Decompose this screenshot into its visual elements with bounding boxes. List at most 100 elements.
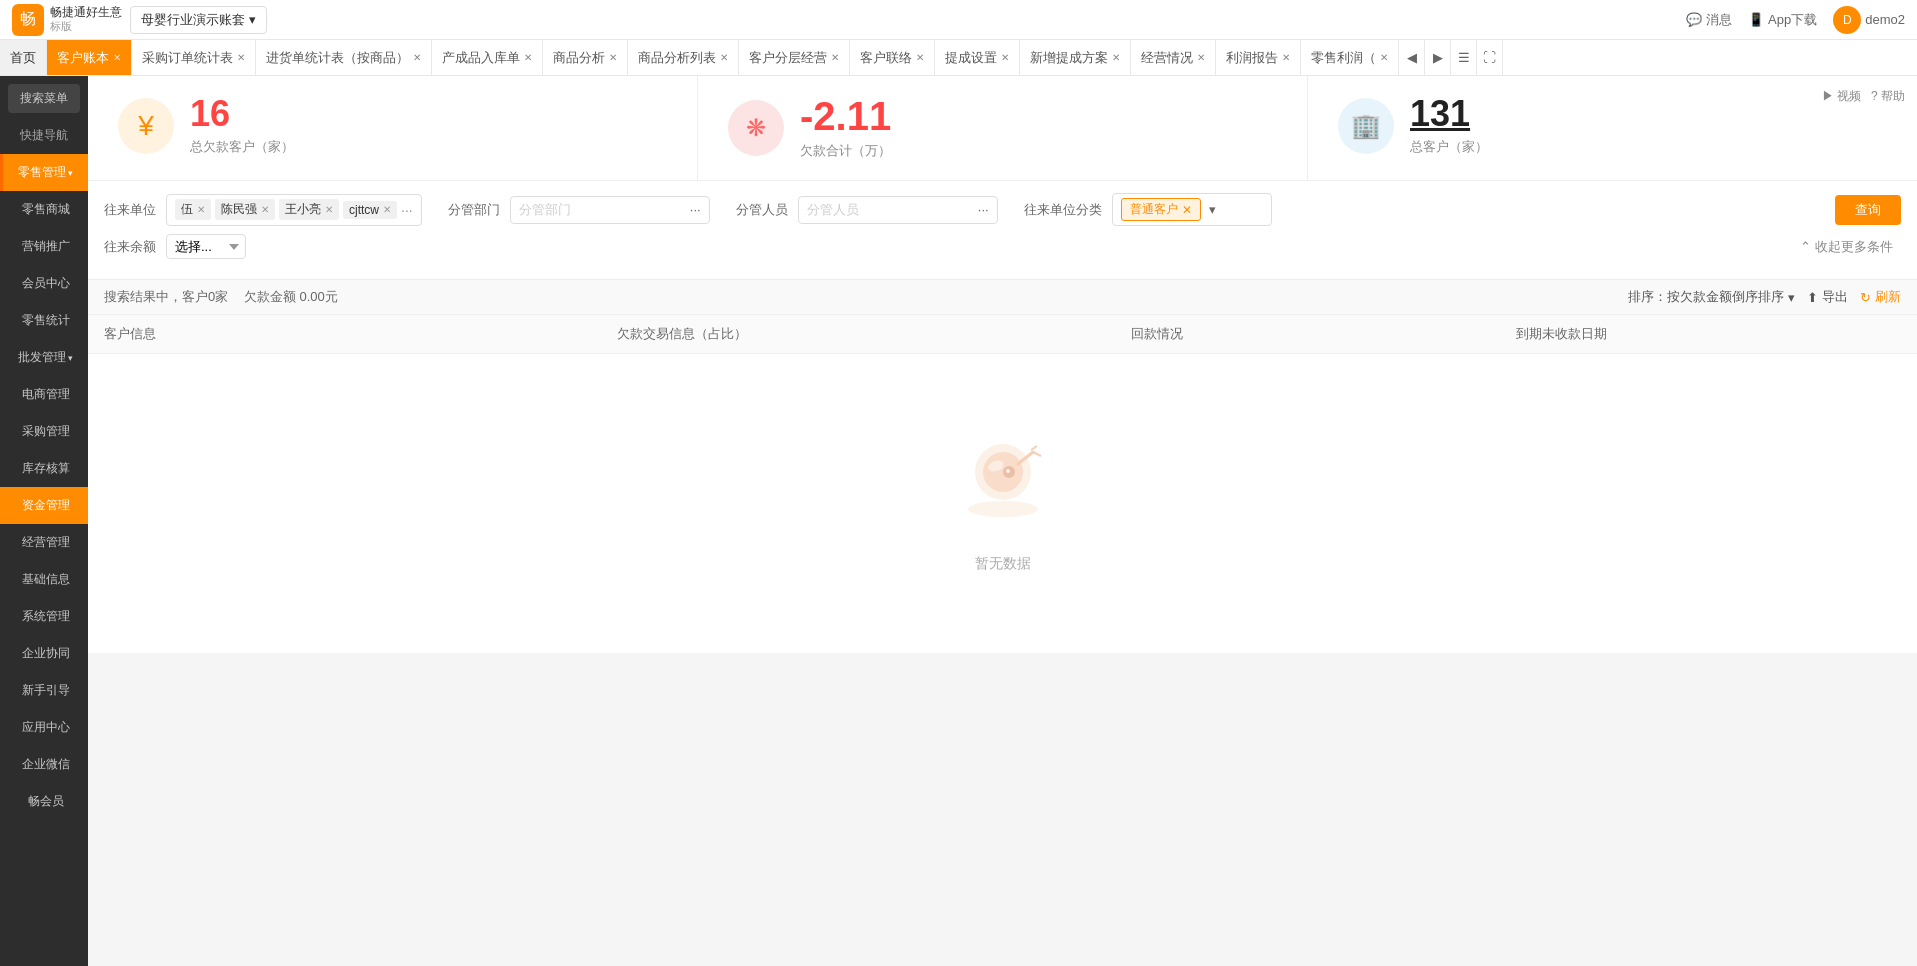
sidebar-item-finance[interactable]: 资金管理 — [0, 487, 88, 524]
tab-profit-report[interactable]: 利润报告 ✕ — [1216, 40, 1301, 76]
tag-wu-close[interactable]: ✕ — [197, 204, 205, 215]
tab-customer-segment-close[interactable]: ✕ — [831, 52, 839, 63]
sidebar-item-system[interactable]: 系统管理 — [0, 598, 88, 635]
tab-customer-book[interactable]: 客户账本 ✕ — [47, 40, 132, 76]
sidebar-item-vip-member[interactable]: 畅会员 — [0, 783, 88, 820]
tab-scroll-left[interactable]: ◀ — [1399, 40, 1425, 76]
tag-chen: 陈民强 ✕ — [215, 199, 275, 220]
table-header: 客户信息 欠款交易信息（占比） 回款情况 到期未收款日期 — [88, 315, 1917, 354]
tab-produce-in[interactable]: 产成品入库单 ✕ — [432, 40, 543, 76]
sidebar-item-retail-mall-label: 零售商城 — [22, 202, 70, 216]
tab-new-promotion-label: 新增提成方案 — [1030, 49, 1108, 67]
logo-icon: 畅 — [12, 4, 44, 36]
dept-filter-select[interactable]: 分管部门 ··· — [510, 196, 710, 224]
tab-operation-status[interactable]: 经营情况 ✕ — [1131, 40, 1216, 76]
sort-select[interactable]: 排序：按欠款金额倒序排序 ▾ — [1628, 288, 1795, 306]
tab-goods-analysis-label: 商品分析 — [553, 49, 605, 67]
tab-stock-in-stats[interactable]: 进货单统计表（按商品） ✕ — [256, 40, 432, 76]
message-btn[interactable]: 💬 消息 — [1686, 11, 1732, 29]
stat-clients-value: 131 — [1410, 96, 1488, 132]
sidebar-item-retail-label: 零售管理 — [18, 164, 66, 181]
tab-profit-report-label: 利润报告 — [1226, 49, 1278, 67]
tab-produce-in-close[interactable]: ✕ — [524, 52, 532, 63]
stats-row: ¥ 16 总欠款客户（家） ❋ -2.11 欠款合计（万） — [88, 76, 1917, 181]
video-link[interactable]: ▶ 视频 — [1822, 88, 1861, 105]
sidebar-search-btn[interactable]: 搜索菜单 — [8, 84, 80, 113]
unit-type-dropdown-icon: ▾ — [1209, 202, 1216, 217]
result-actions: 排序：按欠款金额倒序排序 ▾ ⬆ 导出 ↻ 刷新 — [1628, 288, 1901, 306]
debt-amount-label: 欠款金额 0.00元 — [244, 289, 338, 304]
sidebar-item-enterprise-wechat[interactable]: 企业微信 — [0, 746, 88, 783]
tab-menu-btn[interactable]: ☰ — [1451, 40, 1477, 76]
tab-purchase-order-close[interactable]: ✕ — [237, 52, 245, 63]
content-inner: ¥ 16 总欠款客户（家） ❋ -2.11 欠款合计（万） — [88, 76, 1917, 653]
sidebar-nav: 零售管理 ▾ 零售商城 营销推广 会员中心 零售统计 批发管理 ▾ 电商管理 — [0, 150, 88, 824]
tab-goods-analysis[interactable]: 商品分析 ✕ — [543, 40, 628, 76]
tab-customer-contact-close[interactable]: ✕ — [916, 52, 924, 63]
tag-chen-close[interactable]: ✕ — [261, 204, 269, 215]
sidebar-item-basic-info[interactable]: 基础信息 — [0, 561, 88, 598]
filter-row-1: 往来单位 伍 ✕ 陈民强 ✕ 王小亮 ✕ — [104, 193, 1901, 226]
sidebar-item-operation[interactable]: 经营管理 — [0, 524, 88, 561]
collapse-btn[interactable]: ⌃ 收起更多条件 — [1792, 236, 1901, 258]
tab-promotion-settings-label: 提成设置 — [945, 49, 997, 67]
tab-bar: 首页 客户账本 ✕ 采购订单统计表 ✕ 进货单统计表（按商品） ✕ 产成品入库单… — [0, 40, 1917, 76]
balance-filter-select[interactable]: 选择... — [166, 234, 246, 259]
tab-goods-analysis-list-close[interactable]: ✕ — [720, 52, 728, 63]
empty-text: 暂无数据 — [975, 555, 1031, 573]
tab-home[interactable]: 首页 — [0, 40, 47, 76]
tab-promotion-settings-close[interactable]: ✕ — [1001, 52, 1009, 63]
user-menu[interactable]: D demo2 — [1833, 6, 1905, 34]
tab-retail-profit[interactable]: 零售利润（ ✕ — [1301, 40, 1399, 76]
tab-operation-status-close[interactable]: ✕ — [1197, 52, 1205, 63]
tab-stock-in-close[interactable]: ✕ — [413, 52, 421, 63]
search-result-label: 搜索结果中，客户0家 — [104, 289, 228, 304]
tab-promotion-settings[interactable]: 提成设置 ✕ — [935, 40, 1020, 76]
tab-customer-contact[interactable]: 客户联络 ✕ — [850, 40, 935, 76]
tab-purchase-order[interactable]: 采购订单统计表 ✕ — [132, 40, 256, 76]
query-button[interactable]: 查询 — [1835, 195, 1901, 225]
sidebar-item-ecommerce[interactable]: 电商管理 — [0, 376, 88, 413]
sidebar-item-retail-stats[interactable]: 零售统计 — [0, 302, 88, 339]
filter-more-btn[interactable]: ··· — [401, 202, 413, 218]
sidebar-item-enterprise-coop[interactable]: 企业协同 — [0, 635, 88, 672]
sidebar-item-app-center[interactable]: 应用中心 — [0, 709, 88, 746]
sidebar-item-marketing[interactable]: 营销推广 — [0, 228, 88, 265]
sidebar-item-member[interactable]: 会员中心 — [0, 265, 88, 302]
unit-type-filter-select[interactable]: 普通客户 ✕ ▾ — [1112, 193, 1272, 226]
refresh-btn[interactable]: ↻ 刷新 — [1860, 288, 1901, 306]
sidebar-item-newbie[interactable]: 新手引导 — [0, 672, 88, 709]
sidebar-item-enterprise-wechat-label: 企业微信 — [22, 757, 70, 771]
sidebar-quick-nav[interactable]: 快捷导航 — [0, 121, 88, 150]
store-name: 母婴行业演示账套 — [141, 11, 245, 29]
export-btn[interactable]: ⬆ 导出 — [1807, 288, 1848, 306]
person-filter-select[interactable]: 分管人员 ··· — [798, 196, 998, 224]
unit-filter-input[interactable]: 伍 ✕ 陈民强 ✕ 王小亮 ✕ cjttcw ✕ — [166, 194, 422, 226]
tag-cjttcw-close[interactable]: ✕ — [383, 204, 391, 215]
tab-retail-profit-close[interactable]: ✕ — [1380, 52, 1388, 63]
unit-type-filter-label: 往来单位分类 — [1024, 201, 1102, 219]
tab-new-promotion[interactable]: 新增提成方案 ✕ — [1020, 40, 1131, 76]
sidebar-item-inventory[interactable]: 库存核算 — [0, 450, 88, 487]
tab-goods-analysis-close[interactable]: ✕ — [609, 52, 617, 63]
sidebar-item-wholesale[interactable]: 批发管理 ▾ — [0, 339, 88, 376]
tag-wang-close[interactable]: ✕ — [325, 204, 333, 215]
app-download-btn[interactable]: 📱 App下载 — [1748, 11, 1817, 29]
tab-new-promotion-close[interactable]: ✕ — [1112, 52, 1120, 63]
sidebar-item-retail-mall[interactable]: 零售商城 — [0, 191, 88, 228]
store-selector[interactable]: 母婴行业演示账套 ▾ — [130, 6, 267, 34]
message-icon: 💬 — [1686, 12, 1702, 27]
tab-profit-report-close[interactable]: ✕ — [1282, 52, 1290, 63]
tab-customer-book-close[interactable]: ✕ — [113, 52, 121, 63]
sidebar-item-purchase[interactable]: 采购管理 — [0, 413, 88, 450]
unit-type-tag-close[interactable]: ✕ — [1182, 203, 1192, 217]
stat-debt-icon: ❋ — [728, 100, 784, 156]
sidebar-item-retail[interactable]: 零售管理 ▾ — [0, 154, 88, 191]
main-layout: 搜索菜单 快捷导航 零售管理 ▾ 零售商城 营销推广 会员中心 零售统计 批发管… — [0, 76, 1917, 966]
tab-produce-in-label: 产成品入库单 — [442, 49, 520, 67]
tab-fullscreen-btn[interactable]: ⛶ — [1477, 40, 1503, 76]
tab-customer-segment[interactable]: 客户分层经营 ✕ — [739, 40, 850, 76]
help-link[interactable]: ? 帮助 — [1871, 88, 1905, 105]
tab-scroll-right[interactable]: ▶ — [1425, 40, 1451, 76]
tab-goods-analysis-list[interactable]: 商品分析列表 ✕ — [628, 40, 739, 76]
